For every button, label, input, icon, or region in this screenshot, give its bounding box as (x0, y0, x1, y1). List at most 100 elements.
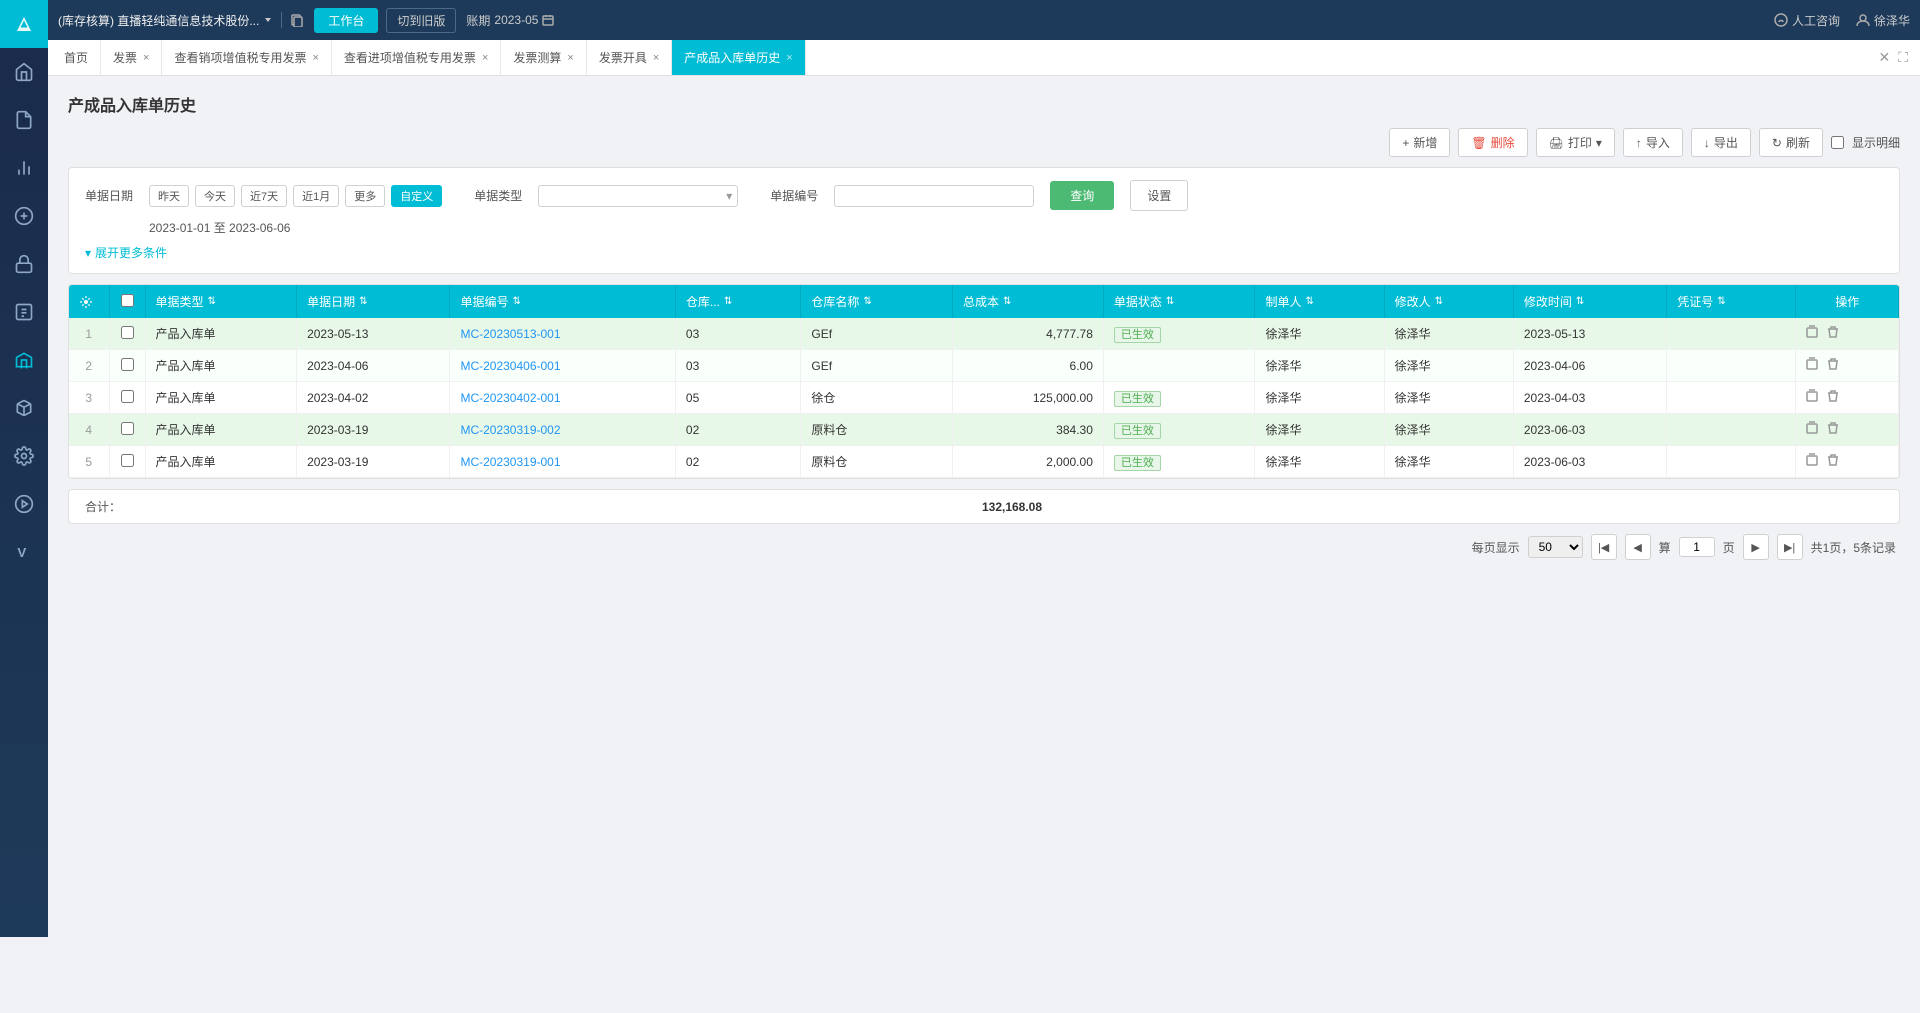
edit-icon[interactable] (1806, 453, 1820, 470)
expand-more-btn[interactable]: ▾ 展开更多条件 (85, 244, 1883, 261)
sidebar-item-home[interactable] (0, 48, 48, 96)
delete-row-icon[interactable] (1826, 453, 1840, 470)
tab-invoice[interactable]: 发票 × (101, 40, 162, 75)
company-selector[interactable]: (库存核算) 直播轻纯通信息技术股份... (58, 12, 273, 29)
tab-open-close[interactable]: × (653, 52, 659, 64)
tab-product-in[interactable]: 产成品入库单历史 × (672, 40, 805, 75)
cell-number[interactable]: MC-20230319-001 (450, 446, 675, 478)
quick-7days[interactable]: 近7天 (241, 185, 287, 207)
new-label: 新增 (1413, 134, 1437, 151)
last-page-button[interactable]: ▶| (1777, 534, 1803, 560)
page-number-input[interactable] (1679, 537, 1715, 557)
cell-modify-time: 2023-06-03 (1513, 414, 1666, 446)
switch-button[interactable]: 切到旧版 (386, 8, 456, 33)
tab-sales-vat-close[interactable]: × (312, 52, 318, 64)
th-creator[interactable]: 制单人⇅ (1255, 285, 1384, 318)
cell-warehouse-name: GEf (801, 350, 953, 382)
close-all-icon[interactable]: ✕ (1878, 49, 1890, 66)
cell-actions (1796, 350, 1899, 382)
edit-icon[interactable] (1806, 389, 1820, 406)
sidebar-item-settings[interactable] (0, 432, 48, 480)
next-page-button[interactable]: ▶ (1743, 534, 1769, 560)
th-modify-time[interactable]: 修改时间⇅ (1513, 285, 1666, 318)
edit-icon[interactable] (1806, 357, 1820, 374)
quick-more[interactable]: 更多 (345, 185, 385, 207)
cell-number[interactable]: MC-20230513-001 (450, 318, 675, 350)
quick-custom[interactable]: 自定义 (391, 185, 442, 207)
th-warehouse-code[interactable]: 仓库...⇅ (675, 285, 801, 318)
cell-date: 2023-04-06 (297, 350, 450, 382)
print-button[interactable]: 🖨 打印 ▾ (1536, 128, 1615, 157)
tab-purchase-vat-close[interactable]: × (482, 52, 488, 64)
user-info[interactable]: 徐泽华 (1856, 12, 1910, 29)
service-link[interactable]: 人工咨询 (1774, 12, 1840, 29)
th-warehouse-name[interactable]: 仓库名称⇅ (801, 285, 953, 318)
number-filter-input[interactable] (834, 185, 1034, 207)
edit-icon[interactable] (1806, 421, 1820, 438)
tab-open[interactable]: 发票开具 × (587, 40, 672, 75)
sidebar-item-play[interactable] (0, 480, 48, 528)
tab-invoice-close[interactable]: × (143, 52, 149, 64)
export-button[interactable]: ↓ 导出 (1691, 128, 1751, 157)
tab-calc[interactable]: 发票测算 × (501, 40, 586, 75)
tab-product-in-close[interactable]: × (786, 52, 792, 64)
cell-checkbox[interactable] (109, 350, 145, 382)
th-modifier[interactable]: 修改人⇅ (1384, 285, 1513, 318)
tab-home[interactable]: 首页 (52, 40, 101, 75)
cell-number[interactable]: MC-20230319-002 (450, 414, 675, 446)
query-button[interactable]: 查询 (1050, 181, 1114, 210)
delete-row-icon[interactable] (1826, 389, 1840, 406)
cell-checkbox[interactable] (109, 446, 145, 478)
refresh-button[interactable]: ↻ 刷新 (1759, 128, 1823, 157)
cell-num: 2 (69, 350, 109, 382)
select-all-checkbox[interactable] (121, 294, 134, 307)
import-button[interactable]: ↑ 导入 (1623, 128, 1683, 157)
quick-1month[interactable]: 近1月 (293, 185, 339, 207)
tab-purchase-vat[interactable]: 查看进项增值税专用发票 × (332, 40, 501, 75)
print-dropdown-icon: ▾ (1596, 136, 1602, 150)
new-button[interactable]: + 新增 (1389, 128, 1450, 157)
type-filter-label: 单据类型 (474, 187, 522, 204)
th-date[interactable]: 单据日期⇅ (297, 285, 450, 318)
delete-row-icon[interactable] (1826, 357, 1840, 374)
period-selector[interactable]: 账期 2023-05 (466, 12, 554, 29)
th-type[interactable]: 单据类型⇅ (145, 285, 297, 318)
th-voucher[interactable]: 凭证号⇅ (1667, 285, 1796, 318)
cell-number[interactable]: MC-20230406-001 (450, 350, 675, 382)
tab-sales-vat[interactable]: 查看销项增值税专用发票 × (162, 40, 331, 75)
sidebar-item-lock[interactable] (0, 240, 48, 288)
quick-yesterday[interactable]: 昨天 (149, 185, 189, 207)
sidebar-item-warehouse[interactable] (0, 336, 48, 384)
tab-calc-close[interactable]: × (567, 52, 573, 64)
th-cost[interactable]: 总成本⇅ (952, 285, 1103, 318)
show-detail-input[interactable] (1831, 136, 1844, 149)
sidebar-item-doc[interactable] (0, 288, 48, 336)
type-filter-input[interactable] (538, 185, 738, 207)
edit-icon[interactable] (1806, 325, 1820, 342)
prev-page-button[interactable]: ◀ (1625, 534, 1651, 560)
fullscreen-icon[interactable]: ⛶ (1898, 49, 1908, 66)
workbench-button[interactable]: 工作台 (314, 8, 378, 33)
quick-today[interactable]: 今天 (195, 185, 235, 207)
th-checkbox[interactable] (109, 285, 145, 318)
first-page-button[interactable]: |◀ (1591, 534, 1617, 560)
sidebar-item-money[interactable] (0, 192, 48, 240)
show-detail-checkbox[interactable]: 显示明细 (1831, 134, 1900, 151)
th-number[interactable]: 单据编号⇅ (450, 285, 675, 318)
th-settings[interactable] (69, 285, 109, 318)
sidebar-item-invoice[interactable] (0, 96, 48, 144)
cell-checkbox[interactable] (109, 414, 145, 446)
cell-checkbox[interactable] (109, 318, 145, 350)
sidebar-item-chart[interactable] (0, 144, 48, 192)
th-status[interactable]: 单据状态⇅ (1103, 285, 1255, 318)
delete-row-icon[interactable] (1826, 325, 1840, 342)
delete-button[interactable]: 🗑 删除 (1458, 128, 1527, 157)
sidebar-item-v[interactable]: V (0, 528, 48, 576)
sidebar-item-box[interactable] (0, 384, 48, 432)
cell-number[interactable]: MC-20230402-001 (450, 382, 675, 414)
cell-status: 已生效 (1103, 318, 1255, 350)
cell-checkbox[interactable] (109, 382, 145, 414)
per-page-select[interactable]: 50 100 (1528, 536, 1583, 558)
delete-row-icon[interactable] (1826, 421, 1840, 438)
setting-button[interactable]: 设置 (1130, 180, 1188, 211)
